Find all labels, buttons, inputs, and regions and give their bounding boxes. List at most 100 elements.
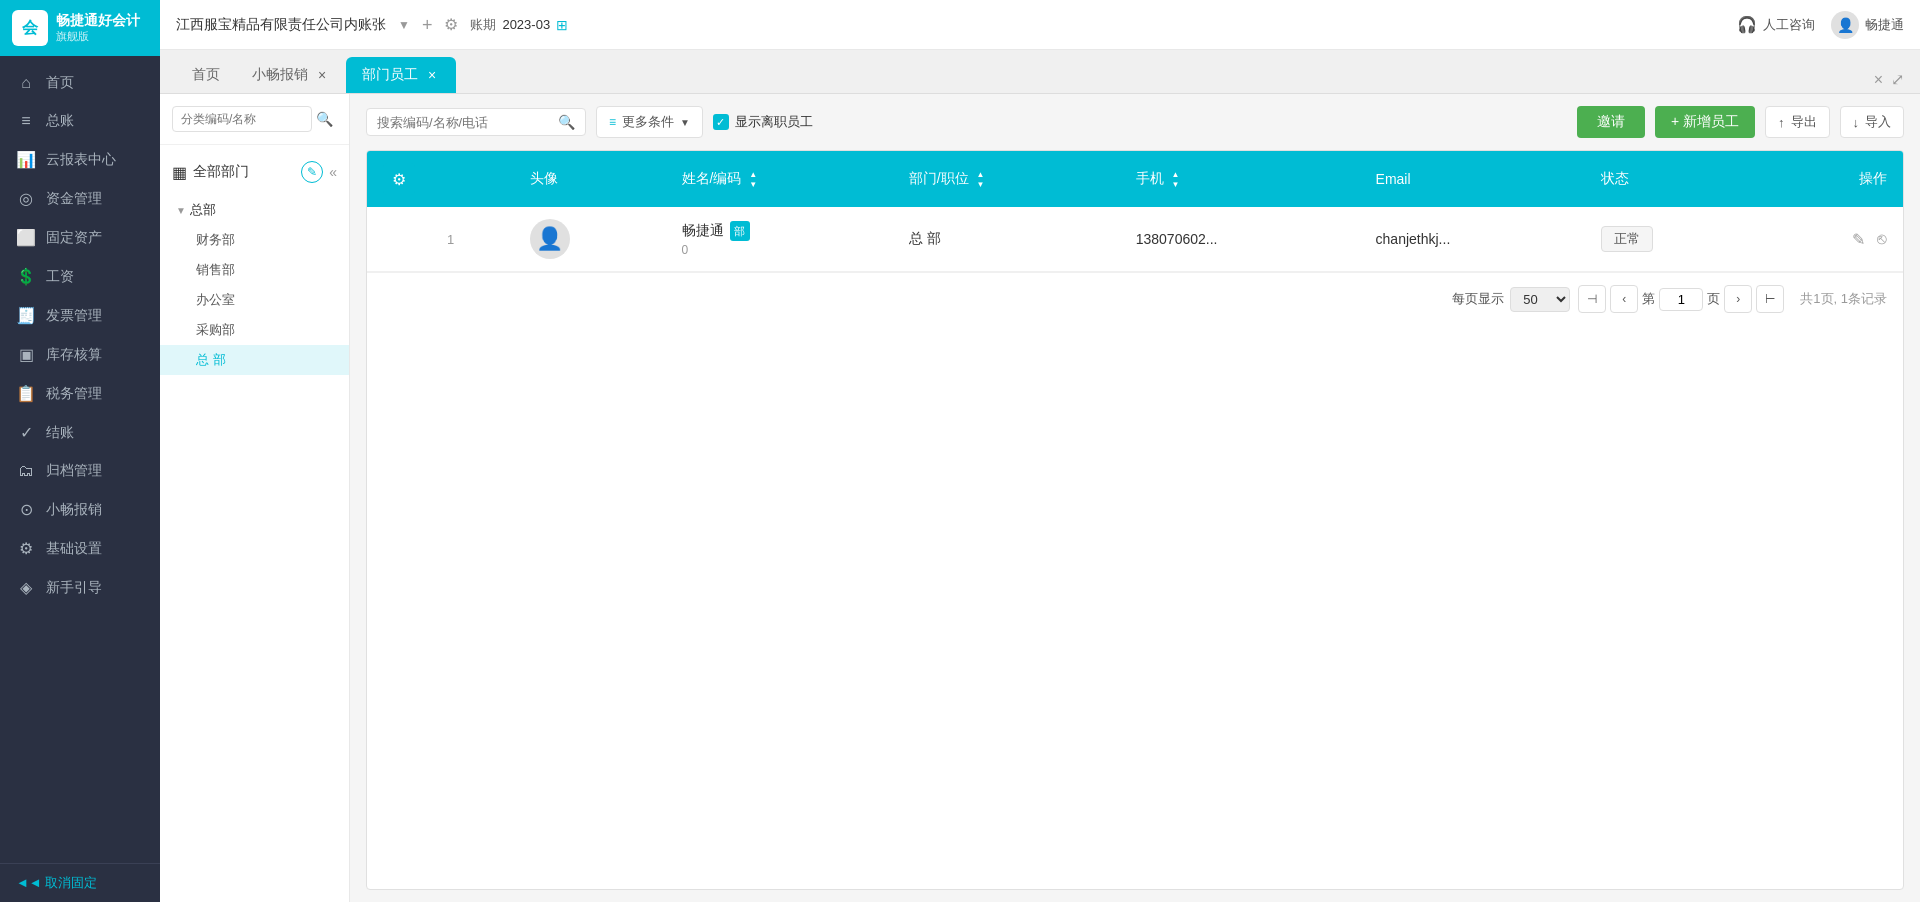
tab-close-dept[interactable]: × xyxy=(424,67,440,83)
page-number-input[interactable] xyxy=(1659,288,1703,311)
logo-text: 畅捷通好会计 旗舰版 xyxy=(56,12,140,44)
tab-home[interactable]: 首页 xyxy=(176,57,236,93)
dept-all-button[interactable]: ▦ 全部部门 ✎ « xyxy=(160,153,349,191)
sidebar-item-home[interactable]: ⌂ 首页 xyxy=(0,64,160,102)
sidebar-nav: ⌂ 首页 ≡ 总账 📊 云报表中心 ◎ 资金管理 ⬜ 固定资产 💲 工资 🧾 发… xyxy=(0,56,160,863)
table-header-phone[interactable]: 手机 ▲▼ xyxy=(1120,151,1360,207)
dept-child-sales[interactable]: 销售部 xyxy=(160,255,349,285)
sidebar-item-guide[interactable]: ◈ 新手引导 xyxy=(0,568,160,607)
sidebar-unpin-button[interactable]: ◄◄ 取消固定 xyxy=(0,863,160,902)
table-header-email: Email xyxy=(1360,151,1585,207)
sidebar-item-payroll[interactable]: 💲 工资 xyxy=(0,257,160,296)
sidebar-item-fixed-assets[interactable]: ⬜ 固定资产 xyxy=(0,218,160,257)
sidebar-item-reports[interactable]: 📊 云报表中心 xyxy=(0,140,160,179)
toolbar: 🔍 ≡ 更多条件 ▼ 显示离职员工 邀请 + 新增员工 ↑ 导出 xyxy=(366,106,1904,138)
sidebar-item-inventory[interactable]: ▣ 库存核算 xyxy=(0,335,160,374)
table-header-row: ⚙ 头像 姓名/编码 ▲▼ 部门/职位 ▲▼ xyxy=(367,151,1903,207)
employee-code: 0 xyxy=(682,243,877,257)
sidebar-item-settings[interactable]: ⚙ 基础设置 xyxy=(0,529,160,568)
topbar-right: 🎧 人工咨询 👤 畅捷通 xyxy=(1737,11,1904,39)
row-email: chanjethkj... xyxy=(1360,207,1585,272)
sidebar-item-checkout[interactable]: ✓ 结账 xyxy=(0,413,160,452)
dept-child-office[interactable]: 办公室 xyxy=(160,285,349,315)
first-page-button[interactable]: ⊣ xyxy=(1578,285,1606,313)
phone-sort-icons: ▲▼ xyxy=(1172,170,1180,189)
edit-button[interactable]: ✎ xyxy=(1852,230,1865,249)
import-button[interactable]: ↓ 导入 xyxy=(1840,106,1905,138)
sidebar-item-funds[interactable]: ◎ 资金管理 xyxy=(0,179,160,218)
dept-sort-icons: ▲▼ xyxy=(976,170,984,189)
dept-child-general[interactable]: 总 部 xyxy=(160,345,349,375)
status-badge: 正常 xyxy=(1601,226,1653,252)
calendar-icon[interactable]: ⊞ xyxy=(556,17,568,33)
payroll-icon: 💲 xyxy=(16,267,36,286)
import-icon: ↓ xyxy=(1853,115,1860,130)
dept-search-icon[interactable]: 🔍 xyxy=(316,111,333,127)
sidebar-item-archive[interactable]: 🗂 归档管理 xyxy=(0,452,160,490)
main-area: 江西服宝精品有限责任公司内账张 ▼ + ⚙ 账期 2023-03 ⊞ 🎧 人工咨… xyxy=(160,0,1920,902)
dept-child-purchase[interactable]: 采购部 xyxy=(160,315,349,345)
filter-button[interactable]: ≡ 更多条件 ▼ xyxy=(596,106,703,138)
content-area: 🔍 ▦ 全部部门 ✎ « ▼ 总部 财务部 销售部 xyxy=(160,94,1920,902)
company-settings-icon[interactable]: ⚙ xyxy=(444,15,458,34)
tab-dept-employee[interactable]: 部门员工 × xyxy=(346,57,456,93)
export-icon: ↑ xyxy=(1778,115,1785,130)
page-size-dropdown[interactable]: 50 10 20 100 xyxy=(1510,287,1570,312)
employee-search-input[interactable] xyxy=(377,115,552,130)
row-status: 正常 xyxy=(1585,207,1762,272)
tab-close-xiaochang[interactable]: × xyxy=(314,67,330,83)
right-panel: 🔍 ≡ 更多条件 ▼ 显示离职员工 邀请 + 新增员工 ↑ 导出 xyxy=(350,94,1920,902)
dept-collapse-button[interactable]: « xyxy=(329,164,337,180)
add-employee-button[interactable]: + 新增员工 xyxy=(1655,106,1755,138)
table-header-action: 操作 xyxy=(1762,151,1903,207)
archive-icon: 🗂 xyxy=(16,462,36,480)
table-header-name-code[interactable]: 姓名/编码 ▲▼ xyxy=(666,151,893,207)
tab-xiaochang[interactable]: 小畅报销 × xyxy=(236,57,346,93)
checkout-icon: ✓ xyxy=(16,423,36,442)
expand-tab-button[interactable]: ⤢ xyxy=(1891,70,1904,89)
sidebar-item-ledger[interactable]: ≡ 总账 xyxy=(0,102,160,140)
export-button[interactable]: ↑ 导出 xyxy=(1765,106,1830,138)
funds-icon: ◎ xyxy=(16,189,36,208)
row-settings-cell xyxy=(367,207,431,272)
next-page-button[interactable]: › xyxy=(1724,285,1752,313)
show-resigned-checkbox-label[interactable]: 显示离职员工 xyxy=(713,113,813,131)
logout-button[interactable]: ⎋ xyxy=(1877,230,1887,248)
dept-panel: 🔍 ▦ 全部部门 ✎ « ▼ 总部 财务部 销售部 xyxy=(160,94,350,902)
table-header-dept-position[interactable]: 部门/职位 ▲▼ xyxy=(893,151,1120,207)
invite-button[interactable]: 邀请 xyxy=(1577,106,1645,138)
table-settings-button[interactable]: ⚙ xyxy=(383,163,415,195)
table-header-avatar: 头像 xyxy=(514,151,666,207)
sidebar-item-xiaochang[interactable]: ⊙ 小畅报销 xyxy=(0,490,160,529)
company-dropdown-icon[interactable]: ▼ xyxy=(398,18,410,32)
add-company-button[interactable]: + xyxy=(422,16,433,34)
table-row: 1 👤 畅捷通 部 0 总 部 138070602... chanjethkj.… xyxy=(367,207,1903,272)
dept-tree: ▼ 总部 财务部 销售部 办公室 采购部 总 部 xyxy=(160,191,349,379)
dept-edit-button[interactable]: ✎ xyxy=(301,161,323,183)
sidebar-item-tax[interactable]: 📋 税务管理 xyxy=(0,374,160,413)
sidebar-item-invoice[interactable]: 🧾 发票管理 xyxy=(0,296,160,335)
logo-icon: 会 xyxy=(12,10,48,46)
last-page-button[interactable]: ⊢ xyxy=(1756,285,1784,313)
invoice-icon: 🧾 xyxy=(16,306,36,325)
pagination: 每页显示 50 10 20 100 ⊣ ‹ 第 页 xyxy=(367,272,1903,325)
service-button[interactable]: 🎧 人工咨询 xyxy=(1737,15,1815,34)
search-icon[interactable]: 🔍 xyxy=(558,114,575,130)
user-menu-button[interactable]: 👤 畅捷通 xyxy=(1831,11,1904,39)
dept-search-input[interactable] xyxy=(172,106,312,132)
headset-icon: 🎧 xyxy=(1737,15,1757,34)
employee-table-container: ⚙ 头像 姓名/编码 ▲▼ 部门/职位 ▲▼ xyxy=(366,150,1904,890)
prev-page-button[interactable]: ‹ xyxy=(1610,285,1638,313)
close-tab-button[interactable]: × xyxy=(1874,71,1883,89)
guide-icon: ◈ xyxy=(16,578,36,597)
dept-child-finance[interactable]: 财务部 xyxy=(160,225,349,255)
expand-icon: ▼ xyxy=(176,205,186,216)
toolbar-right: 邀请 + 新增员工 ↑ 导出 ↓ 导入 xyxy=(1577,106,1904,138)
show-resigned-checkbox[interactable] xyxy=(713,114,729,130)
table-body: 1 👤 畅捷通 部 0 总 部 138070602... chanjethkj.… xyxy=(367,207,1903,272)
table-header-settings: ⚙ xyxy=(367,151,431,207)
dept-parent-item[interactable]: ▼ 总部 xyxy=(160,195,349,225)
tabbar-right: × ⤢ xyxy=(1874,70,1904,93)
page-total: 共1页, 1条记录 xyxy=(1800,290,1887,308)
sidebar: 会 畅捷通好会计 旗舰版 ⌂ 首页 ≡ 总账 📊 云报表中心 ◎ 资金管理 ⬜ … xyxy=(0,0,160,902)
